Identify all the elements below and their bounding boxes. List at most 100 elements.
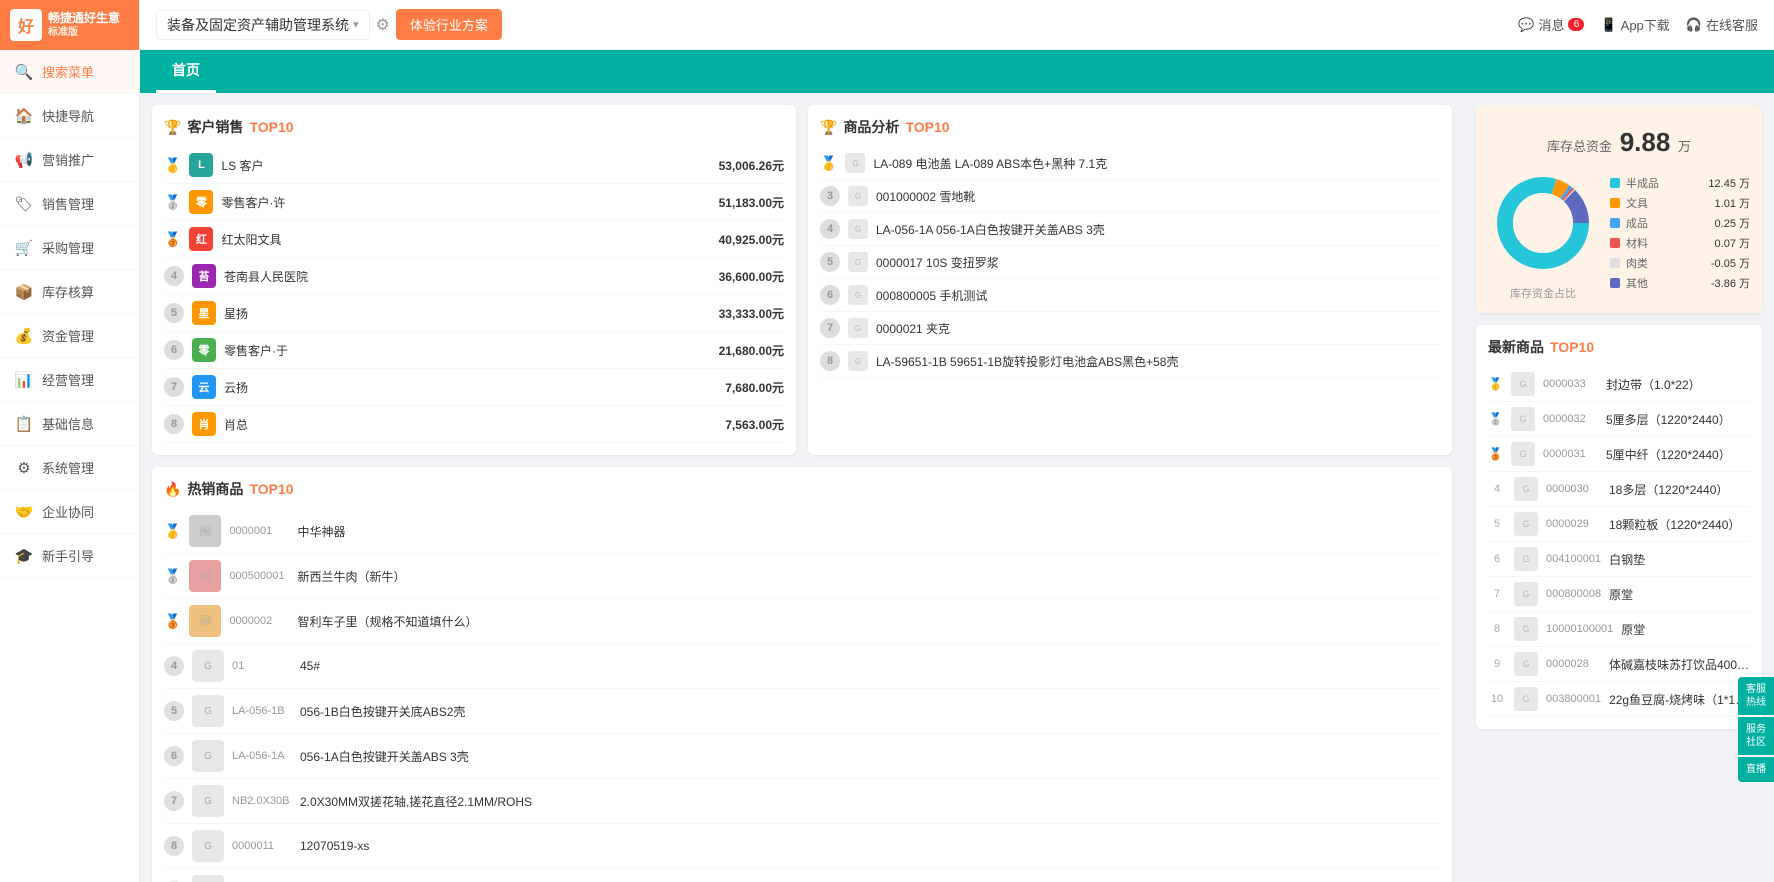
product-sales-name: LA-056-1A 056-1A白色按键开关盖ABS 3壳 [876,221,1440,238]
sidebar-item-marketing[interactable]: 📢 营销推广 [0,138,139,182]
hot-product-item[interactable]: 🥉 🖼 0000002 智利车子里（规格不知道填什么） [164,599,1440,644]
new-product-item[interactable]: 🥇 G 0000033 封边带（1.0*22） [1488,367,1750,402]
new-product-item[interactable]: 8 G 10000100001 原堂 [1488,612,1750,647]
app-download-button[interactable]: 📱 App下载 [1600,15,1669,34]
top-header: 装备及固定资产辅助管理系统 ▾ ⚙ 体验行业方案 💬 消息 6 📱 App下载 … [140,0,1774,50]
customer-rank-item[interactable]: 🥈 零 零售客户·许 51,183.00元 [164,184,784,221]
tab-home[interactable]: 首页 [156,50,216,93]
new-product-item[interactable]: 9 G 0000028 体碱嘉枝味苏打饮品400毫升（1*15） [1488,647,1750,682]
legend-value: 0.25 万 [1715,215,1750,231]
new-product-item[interactable]: 🥈 G 0000032 5厘多层（1220*2440） [1488,402,1750,437]
product-sales-list: 🥇 G LA-089 电池盖 LA-089 ABS本色+黑种 7.1克 3 G … [820,147,1440,378]
product-name: 白钢垫 [1609,551,1750,568]
dropdown-arrow-icon[interactable]: ▾ [353,18,359,31]
rank-num: 8 [1488,623,1506,635]
hot-product-item[interactable]: 7 G NB2.0X30B 2.0X30MM双搓花轴,搓花直径2.1MM/ROH… [164,779,1440,824]
online-service-button[interactable]: 🎧 在线客服 [1686,15,1758,34]
legend-item: 成品 0.25 万 [1610,215,1750,231]
hot-product-item[interactable]: 4 G 01 45# [164,644,1440,689]
sidebar-item-system[interactable]: ⚙ 系统管理 [0,446,139,490]
sidebar-item-coop[interactable]: 🤝 企业协同 [0,490,139,534]
trophy2-icon: 🏆 [820,119,837,136]
product-sales-item[interactable]: 3 G 001000002 雪地靴 [820,180,1440,213]
sidebar-item-guide[interactable]: 🎓 新手引导 [0,534,139,578]
rank-num: 5 [820,252,840,272]
legend-item: 文具 1.01 万 [1610,195,1750,211]
product-thumb: G [848,186,868,206]
phone-icon: 📱 [1600,17,1616,33]
new-product-item[interactable]: 10 G 003800001 22g鱼豆腐-烧烤味（1*12*20） [1488,682,1750,717]
livestream-button[interactable]: 直播 [1738,757,1774,782]
donut-chart: 库存资金占比 [1488,168,1598,301]
sidebar: 好 畅捷通好生意 标准版 🔍 搜索菜单 🏠 快捷导航 📢 营销推广 🏷 销售管理… [0,0,140,882]
fire-icon: 🔥 [164,481,181,498]
new-product-item[interactable]: 5 G 0000029 18颗粒板（1220*2440） [1488,507,1750,542]
service-community-button[interactable]: 服务社区 [1738,717,1774,755]
sidebar-item-quick-nav[interactable]: 🏠 快捷导航 [0,94,139,138]
product-name: 中华神器 [297,523,1440,540]
message-button[interactable]: 💬 消息 6 [1518,15,1584,34]
product-code: 0000011 [232,840,292,852]
product-name: 5厘中纤（1220*2440） [1606,446,1750,463]
customer-amount: 7,680.00元 [725,379,784,396]
product-sales-item[interactable]: 4 G LA-056-1A 056-1A白色按键开关盖ABS 3壳 [820,213,1440,246]
customer-service-button[interactable]: 客服热线 [1738,677,1774,715]
customer-rank-item[interactable]: 🥉 红 红太阳文具 40,925.00元 [164,221,784,258]
tag-icon: 🏷 [14,195,34,213]
new-product-item[interactable]: 6 G 004100001 白钢垫 [1488,542,1750,577]
product-code: 10000100001 [1546,623,1613,635]
product-name: 5厘多层（1220*2440） [1606,411,1750,428]
search-icon: 🔍 [14,63,34,81]
rank-num: 5 [1488,518,1506,530]
hot-product-item[interactable]: 🥇 🖼 0000001 中华神器 [164,509,1440,554]
try-button[interactable]: 体验行业方案 [396,9,502,40]
megaphone-icon: 📢 [14,151,34,169]
hot-product-item[interactable]: 6 G LA-056-1A 056-1A白色按键开关盖ABS 3壳 [164,734,1440,779]
product-sales-item[interactable]: 🥇 G LA-089 电池盖 LA-089 ABS本色+黑种 7.1克 [820,147,1440,180]
sidebar-item-finance[interactable]: 💰 资金管理 [0,314,139,358]
hot-product-item[interactable]: 5 G LA-056-1B 056-1B白色按键开关底ABS2壳 [164,689,1440,734]
customer-sales-title: 🏆 客户销售 TOP10 [164,117,784,137]
customer-rank-item[interactable]: 8 肖 肖总 7,563.00元 [164,406,784,443]
medal-icon: 🥈 [164,194,181,211]
product-name: 18颗粒板（1220*2440） [1609,516,1750,533]
rank-num: 8 [164,414,184,434]
legend-value: 0.07 万 [1715,235,1750,251]
product-thumb: G [1511,407,1535,431]
customer-rank-item[interactable]: 6 零 零售客户·于 21,680.00元 [164,332,784,369]
rank-num: 7 [164,377,184,397]
rank-num: 8 [164,836,184,856]
gear-icon[interactable]: ⚙ [376,15,390,35]
customer-rank-item[interactable]: 7 云 云扬 7,680.00元 [164,369,784,406]
product-sales-item[interactable]: 7 G 0000021 夹克 [820,312,1440,345]
legend-dot [1610,278,1620,288]
sidebar-logo: 好 畅捷通好生意 标准版 [0,0,139,50]
sidebar-item-operation[interactable]: 📊 经营管理 [0,358,139,402]
product-thumb: G [848,252,868,272]
product-sales-item[interactable]: 8 G LA-59651-1B 59651-1B旋转投影灯电池盒ABS黑色+58… [820,345,1440,378]
sidebar-search[interactable]: 🔍 搜索菜单 [0,50,139,94]
product-name: 原堂 [1609,586,1750,603]
sidebar-item-basic[interactable]: 📋 基础信息 [0,402,139,446]
product-thumb: G [1514,547,1538,571]
sidebar-item-purchase[interactable]: 🛒 采购管理 [0,226,139,270]
customer-amount: 21,680.00元 [719,342,784,359]
new-product-item[interactable]: 7 G 000800008 原堂 [1488,577,1750,612]
sidebar-item-sales[interactable]: 🏷 销售管理 [0,182,139,226]
legend-name: 其他 [1626,275,1705,291]
hot-product-item[interactable]: 9 G KK-SD22110H 花语萌恒温分腿睡袋（厚款） [164,869,1440,882]
product-sales-name: 0000017 10S 变扭罗浆 [876,254,1440,271]
new-product-item[interactable]: 4 G 0000030 18多层（1220*2440） [1488,472,1750,507]
new-product-item[interactable]: 🥉 G 0000031 5厘中纤（1220*2440） [1488,437,1750,472]
product-sales-item[interactable]: 5 G 0000017 10S 变扭罗浆 [820,246,1440,279]
nav-tabs: 首页 [140,50,1774,93]
sidebar-item-inventory[interactable]: 📦 库存核算 [0,270,139,314]
hot-product-item[interactable]: 🥈 🖼 000500001 新西兰牛肉（新牛） [164,554,1440,599]
customer-rank-item[interactable]: 4 苔 苍南县人民医院 36,600.00元 [164,258,784,295]
product-sales-item[interactable]: 6 G 000800005 手机测试 [820,279,1440,312]
customer-rank-item[interactable]: 5 星 星扬 33,333.00元 [164,295,784,332]
customer-rank-item[interactable]: 🥇 L LS 客户 53,006.26元 [164,147,784,184]
hot-product-item[interactable]: 8 G 0000011 12070519-xs [164,824,1440,869]
medal-icon: 🥉 [164,231,181,248]
product-thumb: G [1514,477,1538,501]
